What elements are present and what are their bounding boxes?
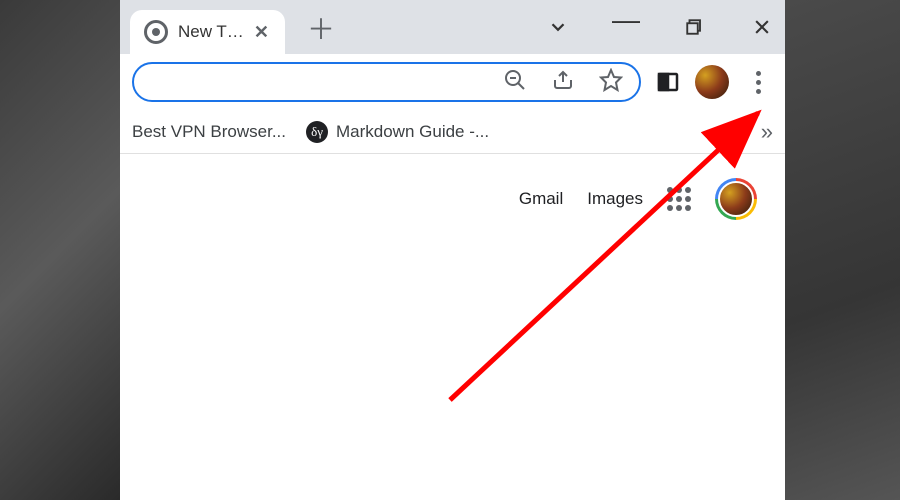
grid-dot-icon (685, 196, 691, 202)
close-window-button[interactable] (747, 12, 777, 42)
zoom-out-icon (503, 68, 527, 92)
window-controls: — (543, 0, 777, 54)
zoom-button[interactable] (503, 68, 527, 97)
grid-dot-icon (685, 187, 691, 193)
active-tab[interactable]: New T… ✕ (130, 10, 285, 54)
side-panel-icon (656, 70, 680, 94)
account-avatar[interactable] (715, 178, 757, 220)
star-icon (599, 68, 623, 92)
tab-strip: New T… ✕ ＋ — (120, 0, 785, 54)
grid-dot-icon (676, 205, 682, 211)
new-tab-content: Gmail Images (120, 154, 785, 500)
bookmark-favicon: δγ (306, 121, 328, 143)
grid-dot-icon (685, 205, 691, 211)
bookmark-label: Markdown Guide -... (336, 122, 489, 142)
share-button[interactable] (551, 68, 575, 97)
new-tab-button[interactable]: ＋ (303, 10, 339, 46)
bookmark-item[interactable]: Best VPN Browser... (132, 122, 286, 142)
tab-title: New T… (178, 22, 244, 42)
close-icon (752, 17, 772, 37)
tab-search-button[interactable] (543, 12, 573, 42)
bookmark-item[interactable]: δγ Markdown Guide -... (306, 121, 489, 143)
minimize-icon: — (612, 4, 640, 36)
grid-dot-icon (667, 205, 673, 211)
bookmark-button[interactable] (599, 68, 623, 97)
background-right (785, 0, 900, 500)
background-left (0, 0, 120, 500)
google-nav: Gmail Images (148, 178, 757, 220)
grid-dot-icon (676, 196, 682, 202)
chrome-menu-button[interactable] (743, 67, 773, 97)
grid-dot-icon (676, 187, 682, 193)
bookmarks-overflow-button[interactable]: » (761, 119, 773, 145)
maximize-button[interactable] (679, 12, 709, 42)
bookmarks-bar: Best VPN Browser... δγ Markdown Guide -.… (120, 110, 785, 154)
bookmark-label: Best VPN Browser... (132, 122, 286, 142)
address-bar[interactable] (132, 62, 641, 102)
side-panel-button[interactable] (655, 69, 681, 95)
plus-icon: ＋ (307, 8, 335, 48)
maximize-icon (685, 18, 703, 36)
minimize-button[interactable]: — (611, 5, 641, 35)
dot-icon (756, 71, 761, 76)
images-link[interactable]: Images (587, 189, 643, 209)
dot-icon (756, 89, 761, 94)
close-tab-icon[interactable]: ✕ (254, 22, 269, 43)
google-apps-button[interactable] (667, 187, 691, 211)
toolbar (120, 54, 785, 110)
share-icon (551, 68, 575, 92)
browser-window: New T… ✕ ＋ — (120, 0, 785, 500)
chrome-icon (144, 20, 168, 44)
chevron-down-icon (547, 16, 569, 38)
grid-dot-icon (667, 187, 673, 193)
profile-avatar[interactable] (695, 65, 729, 99)
grid-dot-icon (667, 196, 673, 202)
gmail-link[interactable]: Gmail (519, 189, 563, 209)
dot-icon (756, 80, 761, 85)
avatar-image (718, 181, 754, 217)
